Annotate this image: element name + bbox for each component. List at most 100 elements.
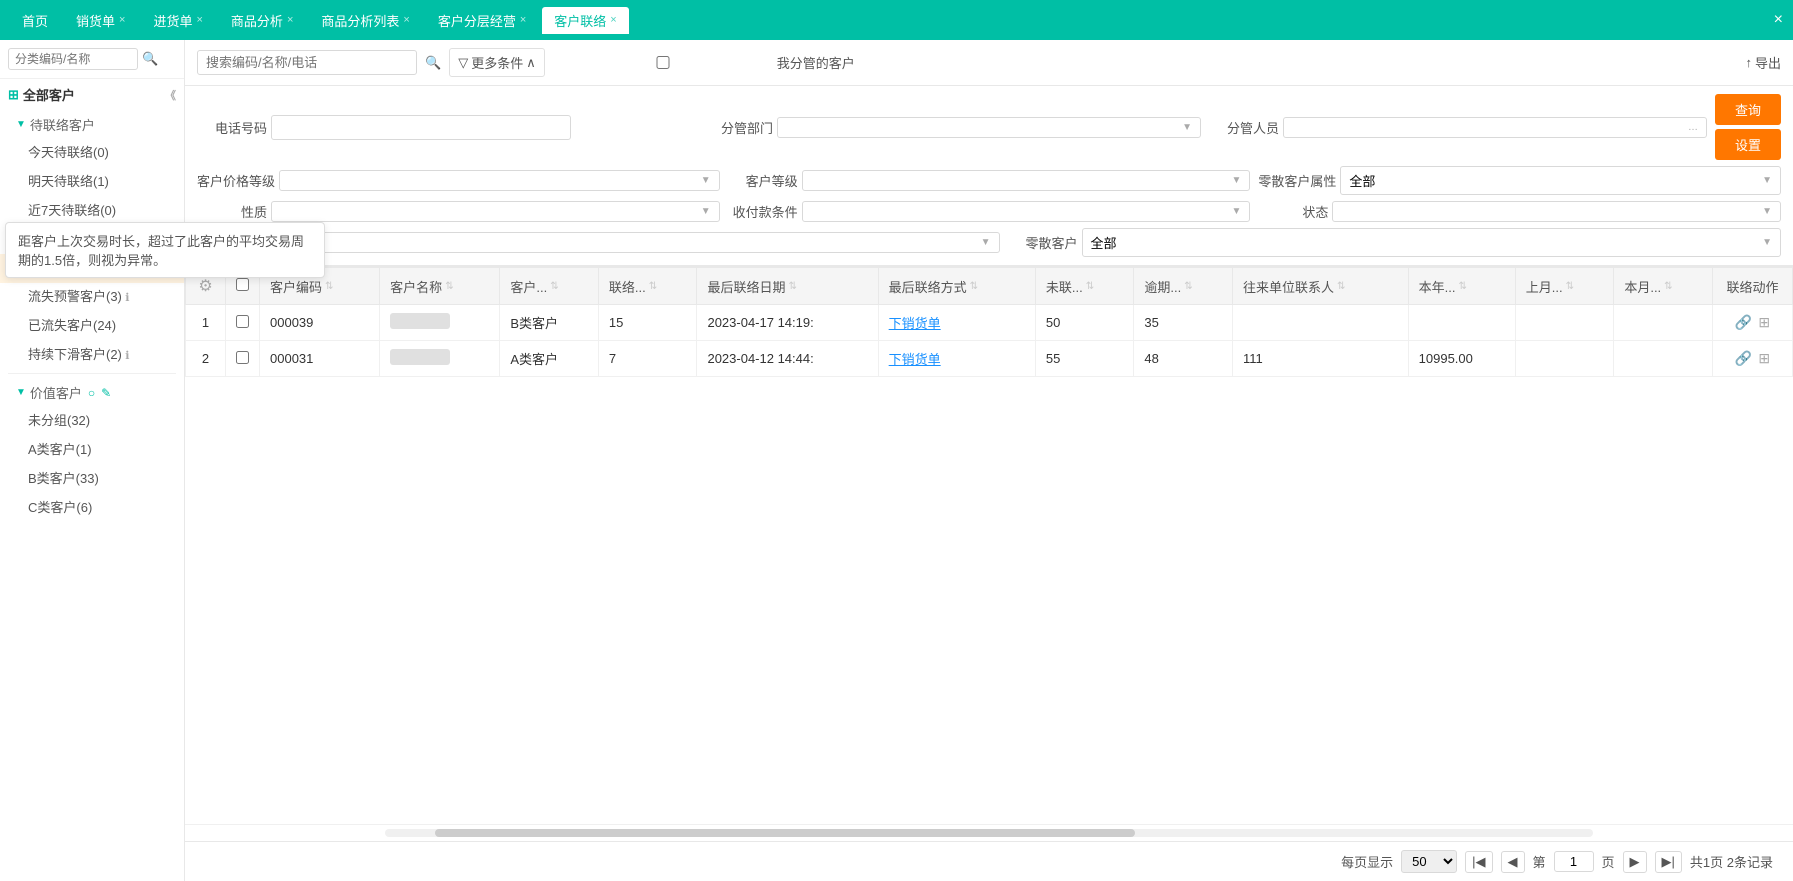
row-checkbox <box>226 305 260 341</box>
sidebar-item-lost-warning[interactable]: 流失预警客户(3) ℹ <box>0 283 184 312</box>
filter-search-icon[interactable]: 🔍 <box>425 55 441 71</box>
nav-tab-customer-contact[interactable]: 客户联络 × <box>542 7 628 34</box>
close-all-button[interactable]: × <box>1774 11 1783 29</box>
close-icon[interactable]: × <box>403 14 409 26</box>
filter-field-branch-person: 分管人员 … <box>1209 117 1707 138</box>
sidebar-item-c-class[interactable]: C类客户(6) <box>0 494 184 523</box>
sidebar-search-input[interactable] <box>8 48 138 70</box>
content-area: 🔍 ▽ 更多条件 ∧ 我分管的客户 ↑ 导出 电话号码 <box>185 40 1793 881</box>
retail-customer-select[interactable]: 全部 ▼ <box>1082 228 1782 257</box>
filter-field-retail-customer: 零散客户 全部 ▼ <box>1008 228 1782 257</box>
status-select[interactable]: ▼ <box>1332 201 1781 222</box>
my-customers-check-input[interactable] <box>553 56 773 69</box>
link-action-icon[interactable]: 🔗 <box>1735 350 1752 367</box>
sort-icon: ⇅ <box>1459 281 1467 292</box>
retail-attr-select[interactable]: 全部 ▼ <box>1340 166 1781 195</box>
edit2-icon[interactable]: ✎ <box>101 386 111 400</box>
sidebar-item-unclassified[interactable]: 未分组(32) <box>0 407 184 436</box>
first-page-button[interactable]: |◀ <box>1465 851 1492 873</box>
th-no-contact-label: 未联... <box>1046 277 1083 296</box>
sort-icon: ⇅ <box>1664 281 1672 292</box>
more-conditions-button[interactable]: ▽ 更多条件 ∧ <box>449 48 545 77</box>
phone-input[interactable] <box>271 115 571 140</box>
nav-tab-purchase[interactable]: 进货单 × <box>141 7 214 34</box>
row-contact-count: 15 <box>598 305 697 341</box>
sort-icon: ⇅ <box>1184 281 1192 292</box>
grid-action-icon[interactable]: ⊞ <box>1758 314 1770 331</box>
sidebar-item-already-lost[interactable]: 已流失客户(24) <box>0 312 184 341</box>
customer-type-select[interactable]: ▼ <box>300 232 1000 253</box>
nav-tab-product-analysis-list[interactable]: 商品分析列表 × <box>309 7 421 34</box>
nav-tab-product-analysis[interactable]: 商品分析 × <box>219 7 305 34</box>
pending-group[interactable]: ▼ 待联络客户 <box>0 110 184 139</box>
sidebar-item-continuous-down[interactable]: 持续下滑客户(2) ℹ <box>0 341 184 370</box>
row-unit-contact: 111 <box>1232 341 1408 377</box>
select-all-checkbox[interactable] <box>236 278 249 291</box>
next-page-button[interactable]: ▶ <box>1623 851 1647 873</box>
gender-select[interactable]: ▼ <box>271 201 720 222</box>
close-icon[interactable]: × <box>119 14 125 26</box>
branch-person-select[interactable]: … <box>1283 117 1707 138</box>
scroll-thumb[interactable] <box>435 829 1135 837</box>
value-group[interactable]: ▼ 价值客户 ○ ✎ <box>0 378 184 407</box>
chevron-down-icon: ▼ <box>701 175 711 186</box>
payment-select[interactable]: ▼ <box>802 201 1251 222</box>
action-icons-group: 🔗 ⊞ <box>1723 350 1782 367</box>
settings-gear-icon[interactable]: ⚙ <box>198 278 212 295</box>
nav-tab-customer-segment[interactable]: 客户分层经营 × <box>426 7 538 34</box>
settings-button[interactable]: 设置 <box>1715 129 1781 160</box>
link-action-icon[interactable]: 🔗 <box>1735 314 1752 331</box>
sidebar: 🔍 ⊞ 全部客户 《 ▼ 待联络客户 今天待联络(0) 明天待联络(1) 近7天… <box>0 40 185 881</box>
th-type-label: 客户... <box>510 277 547 296</box>
per-page-label: 每页显示 <box>1341 852 1393 871</box>
row-no-contact: 55 <box>1035 341 1134 377</box>
collapse-button[interactable]: 《 <box>165 87 176 103</box>
branch-person-label: 分管人员 <box>1209 118 1279 137</box>
row-this-month <box>1614 305 1713 341</box>
branch-dept-select[interactable]: ▼ <box>777 117 1201 138</box>
action-buttons: 查询 设置 <box>1715 94 1781 160</box>
row-select-checkbox[interactable] <box>236 315 249 328</box>
sidebar-item-tomorrow-pending[interactable]: 明天待联络(1) <box>0 168 184 197</box>
close-icon[interactable]: × <box>287 14 293 26</box>
action-icons-group: 🔗 ⊞ <box>1723 314 1782 331</box>
sidebar-item-b-class[interactable]: B类客户(33) <box>0 465 184 494</box>
th-no-contact: 未联... ⇅ <box>1035 268 1134 305</box>
query-button[interactable]: 查询 <box>1715 94 1781 125</box>
row-select-checkbox[interactable] <box>236 351 249 364</box>
table-wrapper: ⚙ 客户编码 ⇅ 客户名称 <box>185 266 1793 824</box>
row-last-method: 下销货单 <box>878 305 1035 341</box>
main-layout: 🔍 ⊞ 全部客户 《 ▼ 待联络客户 今天待联络(0) 明天待联络(1) 近7天… <box>0 40 1793 881</box>
name-placeholder <box>390 313 450 329</box>
gender-label: 性质 <box>197 202 267 221</box>
th-last-method: 最后联络方式 ⇅ <box>878 268 1035 305</box>
last-page-button[interactable]: ▶| <box>1655 851 1682 873</box>
horizontal-scrollbar[interactable] <box>385 829 1593 837</box>
edit-icon[interactable]: ○ <box>88 386 95 400</box>
th-action: 联络动作 <box>1713 268 1793 305</box>
customer-table: ⚙ 客户编码 ⇅ 客户名称 <box>185 267 1793 377</box>
prev-page-button[interactable]: ◀ <box>1501 851 1525 873</box>
sidebar-search-icon[interactable]: 🔍 <box>142 51 158 67</box>
chevron-down-icon: ▼ <box>1182 122 1192 133</box>
my-customers-checkbox[interactable]: 我分管的客户 <box>553 53 855 72</box>
close-icon[interactable]: × <box>520 14 526 26</box>
page-total-label: 共1页 2条记录 <box>1690 852 1773 871</box>
search-input[interactable] <box>197 50 417 75</box>
grid-icon: ⊞ <box>8 87 19 103</box>
th-date-label: 最后联络日期 <box>707 277 785 296</box>
customer-level-select[interactable]: ▼ <box>802 170 1251 191</box>
page-number-input[interactable] <box>1554 851 1594 872</box>
export-button[interactable]: ↑ 导出 <box>1745 53 1781 72</box>
sort-icon: ⇅ <box>788 281 796 292</box>
close-icon[interactable]: × <box>610 14 616 26</box>
grid-action-icon[interactable]: ⊞ <box>1758 350 1770 367</box>
info-icon: ℹ <box>125 350 129 362</box>
price-level-select[interactable]: ▼ <box>279 170 720 191</box>
sidebar-item-today-pending[interactable]: 今天待联络(0) <box>0 139 184 168</box>
sidebar-item-a-class[interactable]: A类客户(1) <box>0 436 184 465</box>
per-page-select[interactable]: 50 100 200 <box>1401 850 1457 873</box>
nav-tab-sales[interactable]: 销货单 × <box>64 7 137 34</box>
nav-tab-home[interactable]: 首页 <box>10 7 60 34</box>
close-icon[interactable]: × <box>196 14 202 26</box>
